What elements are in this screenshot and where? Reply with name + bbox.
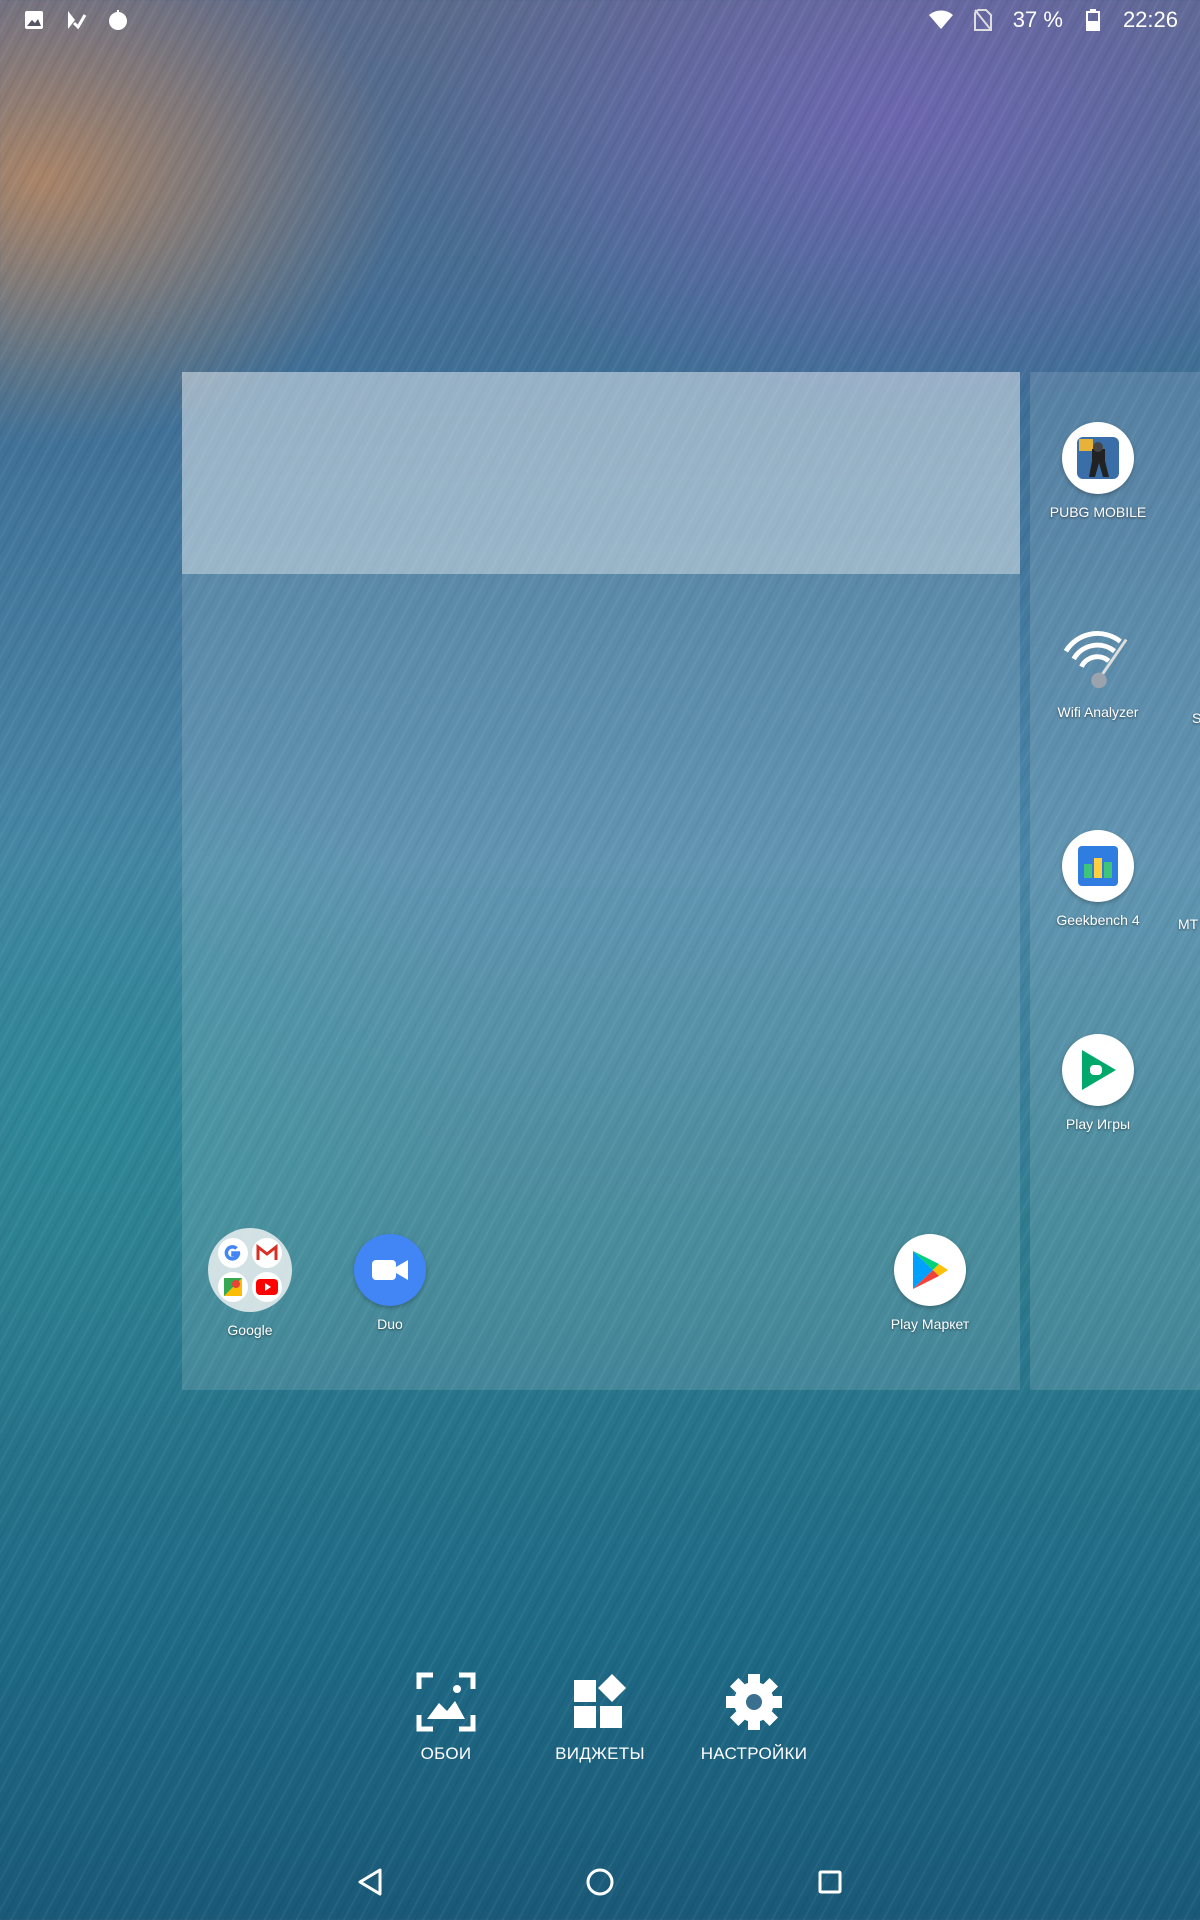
clipped-app-label: МТ xyxy=(1178,916,1199,932)
geekbench-app[interactable]: Geekbench 4 xyxy=(1038,830,1158,928)
widgets-button[interactable]: ВИДЖЕТЫ xyxy=(545,1670,655,1764)
app-label: Play Игры xyxy=(1065,1116,1131,1132)
duo-icon xyxy=(354,1234,426,1306)
navigation-bar xyxy=(0,1848,1200,1920)
home-icon xyxy=(585,1867,615,1902)
back-button[interactable] xyxy=(350,1864,390,1904)
play-games-icon xyxy=(1062,1034,1134,1106)
recents-button[interactable] xyxy=(810,1864,850,1904)
wifi-analyzer-app[interactable]: Wifi Analyzer xyxy=(1038,622,1158,720)
play-store-app[interactable]: Play Маркет xyxy=(870,1234,990,1332)
duo-app[interactable]: Duo xyxy=(330,1234,450,1332)
home-screen-page-preview[interactable]: Google Duo Play Маркет xyxy=(182,372,1020,1390)
app-label: Google xyxy=(227,1322,273,1338)
clock: 22:26 xyxy=(1122,7,1178,32)
battery-icon xyxy=(1081,8,1105,32)
circle-dot-icon xyxy=(106,8,130,32)
recents-icon xyxy=(817,1869,843,1900)
settings-label: НАСТРОЙКИ xyxy=(700,1744,808,1763)
play-check-icon xyxy=(64,8,88,32)
play-store-icon xyxy=(894,1234,966,1306)
widgets-label: ВИДЖЕТЫ xyxy=(555,1744,645,1763)
gear-icon xyxy=(722,1670,786,1734)
app-label: Play Маркет xyxy=(890,1316,970,1332)
battery-percent: 37 % xyxy=(1012,7,1063,32)
wallpaper-icon xyxy=(414,1670,478,1734)
pubg-icon xyxy=(1062,422,1134,494)
overview-menu: ОБОИ ВИДЖЕТЫ НАСТРОЙКИ xyxy=(0,1670,1200,1764)
status-bar: 37 % 22:26 xyxy=(0,0,1200,40)
home-button[interactable] xyxy=(580,1864,620,1904)
page-drop-zone[interactable] xyxy=(182,372,1020,574)
play-games-app[interactable]: Play Игры xyxy=(1038,1034,1158,1132)
app-label: Geekbench 4 xyxy=(1056,912,1140,928)
clipped-app-label: S xyxy=(1192,710,1200,726)
wifi-analyzer-icon xyxy=(1062,622,1134,694)
no-sim-icon xyxy=(971,8,995,32)
home-screen-next-page-preview[interactable]: PUBG MOBILE Wifi Analyzer Geekbench 4 Pl… xyxy=(1030,372,1200,1390)
pubg-app[interactable]: PUBG MOBILE xyxy=(1038,422,1158,520)
maps-icon xyxy=(218,1272,248,1302)
geekbench-icon xyxy=(1062,830,1134,902)
gmail-icon xyxy=(252,1238,282,1268)
google-folder[interactable]: Google xyxy=(190,1228,310,1338)
wallpapers-label: ОБОИ xyxy=(420,1744,472,1763)
app-label: PUBG MOBILE xyxy=(1049,504,1147,520)
wallpapers-button[interactable]: ОБОИ xyxy=(391,1670,501,1764)
app-label: Duo xyxy=(377,1316,403,1332)
image-icon xyxy=(22,8,46,32)
back-icon xyxy=(356,1867,384,1902)
google-folder-icon xyxy=(208,1228,292,1312)
google-g-icon xyxy=(218,1238,248,1268)
youtube-icon xyxy=(252,1272,282,1302)
wifi-icon xyxy=(928,8,953,32)
app-label: Wifi Analyzer xyxy=(1057,704,1139,720)
settings-button[interactable]: НАСТРОЙКИ xyxy=(699,1670,809,1764)
widgets-icon xyxy=(568,1670,632,1734)
